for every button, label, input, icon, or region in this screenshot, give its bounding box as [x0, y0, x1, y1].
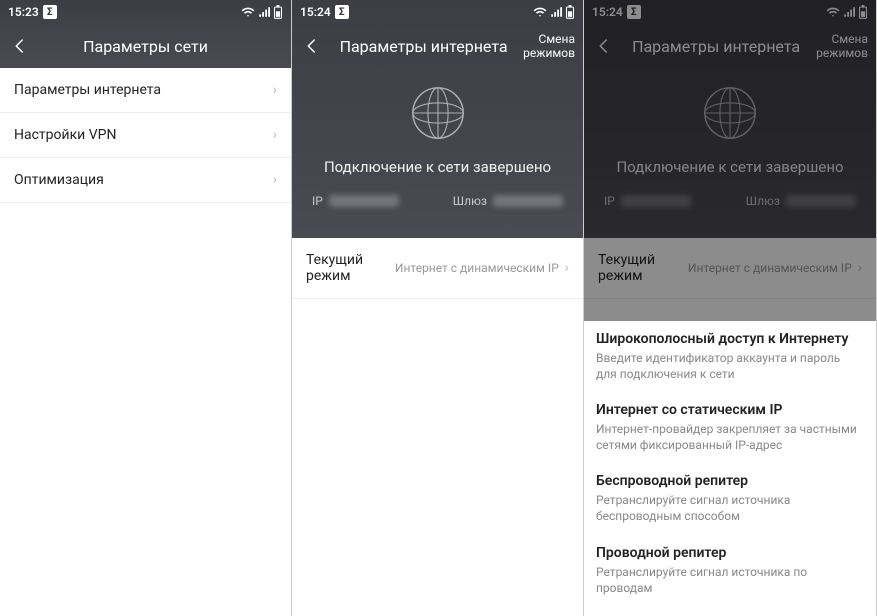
- ip-group: IP: [312, 194, 399, 208]
- screen-internet-params-modes: 15:24 Σ Параметры интернета Смена режимо…: [584, 0, 877, 616]
- header: Параметры интернета Смена режимов: [584, 24, 876, 68]
- option-title: Проводной репитер: [596, 545, 864, 561]
- row-label: Параметры интернета: [14, 82, 273, 98]
- status-time: 15:24: [592, 5, 623, 19]
- screen-network-settings: 15:23 Σ Параметры сети Параметры интерне…: [0, 0, 292, 616]
- gateway-label: Шлюз: [746, 194, 780, 208]
- status-icons: [826, 5, 868, 19]
- row-label: Текущий режим: [598, 252, 688, 284]
- top-panel: 15:24 Σ Параметры интернета Смена режимо…: [292, 0, 583, 238]
- globe-graphic: [292, 68, 583, 158]
- status-bar: 15:23 Σ: [0, 0, 291, 24]
- ip-group: IP: [604, 194, 691, 208]
- sigma-icon: Σ: [43, 5, 57, 19]
- top-panel: 15:23 Σ Параметры сети: [0, 0, 291, 68]
- battery-icon: [858, 5, 868, 19]
- mode-list: Текущий режим Интернет с динамическим IP…: [292, 238, 583, 299]
- globe-graphic: [584, 68, 876, 158]
- back-button[interactable]: [300, 34, 324, 58]
- option-wireless-repeater[interactable]: Беспроводной репитер Ретранслируйте сигн…: [584, 463, 876, 534]
- status-time: 15:24: [300, 5, 331, 19]
- page-title: Параметры сети: [32, 37, 259, 56]
- status-icons: [241, 5, 283, 19]
- gateway-group: Шлюз: [746, 194, 856, 208]
- sigma-icon: Σ: [627, 5, 641, 19]
- sigma-icon: Σ: [335, 5, 349, 19]
- globe-icon: [694, 77, 766, 149]
- ip-label: IP: [312, 194, 323, 208]
- option-title: Беспроводной репитер: [596, 473, 864, 489]
- chevron-right-icon: ›: [273, 127, 277, 143]
- ip-label: IP: [604, 194, 615, 208]
- back-button[interactable]: [8, 34, 32, 58]
- option-broadband[interactable]: Широкополосный доступ к Интернету Введит…: [584, 321, 876, 392]
- chevron-left-icon: [11, 37, 29, 55]
- gateway-label: Шлюз: [453, 194, 487, 208]
- connection-status: Подключение к сети завершено: [584, 158, 876, 176]
- chevron-right-icon: ›: [565, 260, 569, 276]
- status-icons: [533, 5, 575, 19]
- mode-switch-button[interactable]: Смена режимов: [523, 32, 575, 61]
- mode-list: Текущий режим Интернет с динамическим IP…: [584, 238, 876, 299]
- signal-icon: [258, 6, 270, 18]
- chevron-right-icon: ›: [858, 260, 862, 276]
- option-desc: Введите идентификатор аккаунта и пароль …: [596, 350, 864, 382]
- battery-icon: [565, 5, 575, 19]
- row-optimization[interactable]: Оптимизация ›: [0, 158, 291, 203]
- row-current-mode[interactable]: Текущий режим Интернет с динамическим IP…: [584, 238, 876, 299]
- option-desc: Интернет-провайдер закрепляет за частным…: [596, 421, 864, 453]
- wifi-icon: [533, 6, 547, 18]
- network-info-row: IP Шлюз: [292, 176, 583, 218]
- top-panel: 15:24 Σ Параметры интернета Смена режимо…: [584, 0, 876, 238]
- option-wired-repeater[interactable]: Проводной репитер Ретранслируйте сигнал …: [584, 535, 876, 606]
- gateway-value-redacted: [493, 195, 563, 207]
- row-label: Текущий режим: [306, 252, 395, 284]
- wifi-icon: [826, 6, 840, 18]
- battery-icon: [273, 5, 283, 19]
- option-title: Интернет со статическим IP: [596, 402, 864, 418]
- chevron-right-icon: ›: [273, 172, 277, 188]
- gateway-value-redacted: [786, 195, 856, 207]
- signal-icon: [550, 6, 562, 18]
- status-time: 15:23: [8, 5, 39, 19]
- wifi-icon: [241, 6, 255, 18]
- page-title: Параметры интернета: [616, 37, 816, 56]
- back-button[interactable]: [592, 34, 616, 58]
- network-info-row: IP Шлюз: [584, 176, 876, 218]
- option-static-ip[interactable]: Интернет со статическим IP Интернет-пров…: [584, 392, 876, 463]
- mode-options-sheet: Широкополосный доступ к Интернету Введит…: [584, 321, 876, 616]
- ip-value-redacted: [621, 195, 691, 207]
- settings-list: Параметры интернета › Настройки VPN › Оп…: [0, 68, 291, 203]
- status-bar: 15:24 Σ: [584, 0, 876, 24]
- globe-icon: [402, 77, 474, 149]
- row-value: Интернет с динамическим IP: [688, 261, 852, 275]
- option-desc: Ретранслируйте сигнал источника беспрово…: [596, 492, 864, 524]
- chevron-right-icon: ›: [273, 82, 277, 98]
- signal-icon: [843, 6, 855, 18]
- row-label: Настройки VPN: [14, 127, 273, 143]
- status-bar: 15:24 Σ: [292, 0, 583, 24]
- chevron-left-icon: [595, 37, 613, 55]
- row-value: Интернет с динамическим IP: [395, 261, 559, 275]
- row-internet-params[interactable]: Параметры интернета ›: [0, 68, 291, 113]
- chevron-left-icon: [303, 37, 321, 55]
- screen-internet-params: 15:24 Σ Параметры интернета Смена режимо…: [292, 0, 584, 616]
- mode-switch-button[interactable]: Смена режимов: [816, 32, 868, 61]
- row-label: Оптимизация: [14, 172, 273, 188]
- header: Параметры интернета Смена режимов: [292, 24, 583, 68]
- row-current-mode[interactable]: Текущий режим Интернет с динамическим IP…: [292, 238, 583, 299]
- option-title: Широкополосный доступ к Интернету: [596, 331, 864, 347]
- header: Параметры сети: [0, 24, 291, 68]
- row-vpn-settings[interactable]: Настройки VPN ›: [0, 113, 291, 158]
- connection-status: Подключение к сети завершено: [292, 158, 583, 176]
- page-title: Параметры интернета: [324, 37, 523, 56]
- ip-value-redacted: [329, 195, 399, 207]
- option-desc: Ретранслируйте сигнал источника по прово…: [596, 564, 864, 596]
- gateway-group: Шлюз: [453, 194, 563, 208]
